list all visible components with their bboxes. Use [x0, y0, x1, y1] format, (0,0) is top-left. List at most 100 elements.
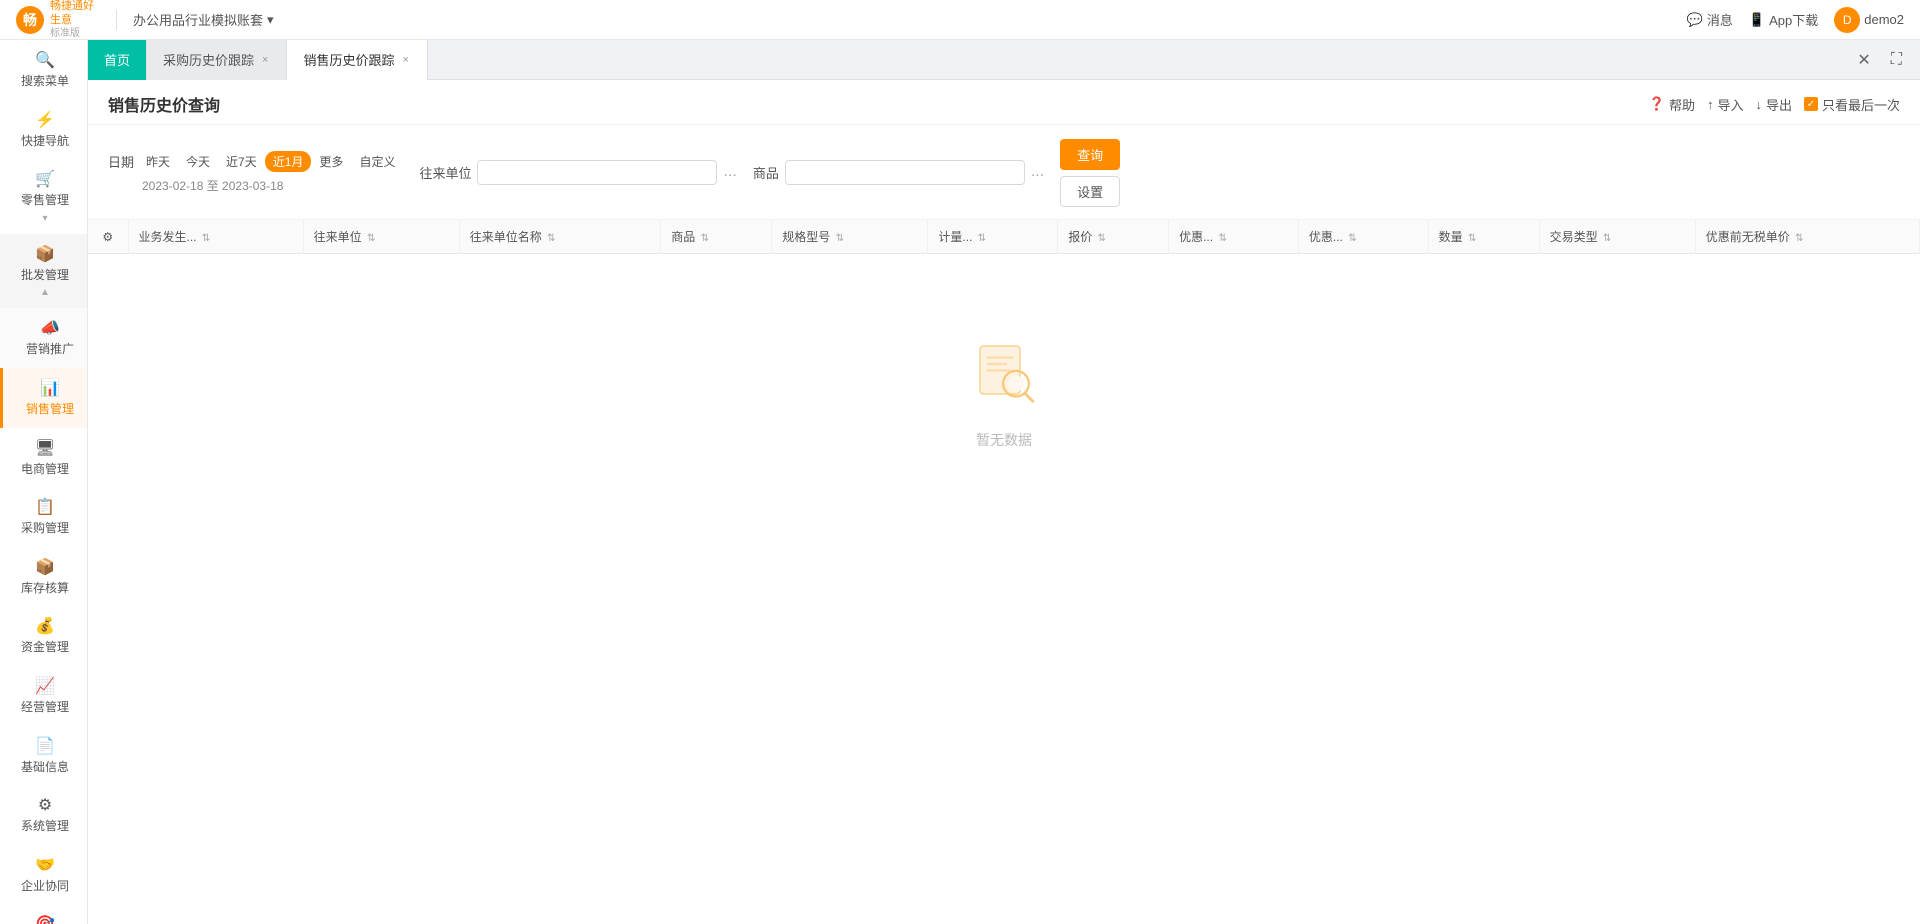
header-divider	[116, 10, 117, 30]
sidebar-item-label: 零售管理	[21, 193, 69, 209]
empty-icon	[964, 334, 1044, 414]
sidebar-item-label: 经营管理	[21, 700, 69, 716]
partner-input[interactable]	[477, 160, 717, 185]
col-partner-code[interactable]: 往来单位 ⇅	[303, 220, 459, 254]
col-partner-name-label: 往来单位名称	[470, 230, 542, 244]
operations-icon: 📈	[35, 676, 55, 696]
goods-filter-group: 商品 ...	[753, 160, 1044, 185]
date-filter-row1: 日期 昨天 今天 近7天 近1月 更多 自定义	[108, 150, 403, 173]
sidebar-item-wholesale-mgmt[interactable]: 📦 批发管理 ▲	[0, 234, 87, 309]
export-label: 导出	[1766, 95, 1792, 114]
goods-input[interactable]	[785, 160, 1025, 185]
date-option-today[interactable]: 今天	[178, 150, 218, 173]
selector-label: 办公用品行业模拟账套	[133, 10, 263, 29]
sidebar-item-finance[interactable]: 💰 资金管理	[0, 606, 87, 666]
table-header-row: ⚙ 业务发生... ⇅ 往来单位 ⇅ 往来单位名称	[88, 220, 1920, 254]
wholesale-icon: 📦	[35, 244, 55, 264]
data-table: ⚙ 业务发生... ⇅ 往来单位 ⇅ 往来单位名称	[88, 220, 1920, 254]
ecommerce-icon: 🖥	[35, 438, 55, 458]
user-menu[interactable]: D demo2	[1834, 7, 1904, 33]
message-btn[interactable]: 💬 消息	[1687, 10, 1733, 29]
col-qty[interactable]: 数量 ⇅	[1428, 220, 1539, 254]
marketing-icon: 📣	[40, 318, 60, 338]
sidebar-item-inventory[interactable]: 📦 库存核算	[0, 547, 87, 607]
username-label: demo2	[1864, 12, 1904, 27]
col-discount1[interactable]: 优惠... ⇅	[1169, 220, 1299, 254]
date-option-last1month[interactable]: 近1月	[265, 151, 312, 172]
tab-bar: 首页 采购历史价跟踪 × 销售历史价跟踪 × ✕ ⛶	[88, 40, 1920, 80]
col-goods[interactable]: 商品 ⇅	[661, 220, 772, 254]
close-tab-btn[interactable]: ✕	[1851, 48, 1876, 72]
sort-icon: ⇅	[1218, 233, 1226, 244]
col-quoted-price[interactable]: 报价 ⇅	[1058, 220, 1169, 254]
gear-cell[interactable]: ⚙	[88, 220, 128, 254]
sidebar-item-search-menu[interactable]: 🔍 搜索菜单	[0, 40, 87, 100]
sidebar-item-ecommerce[interactable]: 🖥 电商管理	[0, 428, 87, 488]
export-btn[interactable]: ↓ 导出	[1755, 95, 1792, 114]
message-icon: 💬	[1687, 12, 1703, 28]
chevron-down-icon: ▾	[42, 213, 47, 224]
tab-sales-history[interactable]: 销售历史价跟踪 ×	[287, 40, 427, 80]
col-pre-tax-price[interactable]: 优惠前无税单价 ⇅	[1695, 220, 1919, 254]
finance-icon: 💰	[35, 616, 55, 636]
fullscreen-btn[interactable]: ⛶	[1885, 49, 1908, 71]
col-trade-type[interactable]: 交易类型 ⇅	[1539, 220, 1695, 254]
sidebar-item-label: 快捷导航	[21, 134, 69, 150]
col-quoted-price-label: 报价	[1068, 230, 1092, 244]
partner-filter-label: 往来单位	[419, 163, 471, 182]
export-icon: ↓	[1755, 97, 1762, 112]
help-btn[interactable]: ❓ 帮助	[1649, 95, 1695, 114]
col-partner-name[interactable]: 往来单位名称 ⇅	[459, 220, 661, 254]
date-range-row: 2023-02-18 至 2023-03-18	[108, 177, 403, 194]
sidebar-item-marketing[interactable]: 📣 营销推广	[0, 308, 87, 368]
tab-home[interactable]: 首页	[88, 40, 147, 80]
sort-icon: ⇅	[978, 233, 986, 244]
content-area: 首页 采购历史价跟踪 × 销售历史价跟踪 × ✕ ⛶ 销售历史价查询	[88, 40, 1920, 924]
partner-filter-group: 往来单位 ...	[419, 160, 736, 185]
sidebar-item-corp-collab[interactable]: 🤝 企业协同	[0, 845, 87, 905]
logo-area: 畅 畅捷通好生意 标准版	[16, 0, 100, 40]
only-last-checkbox[interactable]: ✓ 只看最后一次	[1804, 95, 1900, 114]
tab-purchase-history[interactable]: 采购历史价跟踪 ×	[147, 40, 287, 80]
partner-dots[interactable]: ...	[723, 163, 736, 181]
app-download-btn[interactable]: 📱 App下载	[1749, 10, 1818, 29]
sidebar-item-label: 企业协同	[21, 879, 69, 895]
date-option-last7days[interactable]: 近7天	[218, 150, 265, 173]
setting-button[interactable]: 设置	[1060, 176, 1120, 207]
avatar: D	[1834, 7, 1860, 33]
sidebar-item-label: 资金管理	[21, 640, 69, 656]
col-unit-label: 计量...	[938, 230, 972, 244]
col-spec[interactable]: 规格型号 ⇅	[772, 220, 928, 254]
col-biz-date[interactable]: 业务发生... ⇅	[128, 220, 303, 254]
sort-icon: ⇅	[701, 233, 709, 244]
app-selector[interactable]: 办公用品行业模拟账套 ▾	[133, 10, 274, 29]
import-btn[interactable]: ↑ 导入	[1707, 95, 1744, 114]
close-tab-sales[interactable]: ×	[400, 52, 410, 68]
chevron-up-icon: ▲	[40, 287, 50, 298]
guide-icon: 🎯	[35, 914, 55, 924]
sidebar-item-new-user-guide[interactable]: 🎯 新手引导	[0, 904, 87, 924]
col-discount2[interactable]: 优惠... ⇅	[1298, 220, 1428, 254]
sidebar-item-sales-mgmt[interactable]: 📊 销售管理	[0, 368, 87, 428]
sidebar-item-operations[interactable]: 📈 经营管理	[0, 666, 87, 726]
only-last-label: 只看最后一次	[1822, 95, 1900, 114]
tab-bar-right: ✕ ⛶	[1851, 48, 1920, 72]
sidebar-item-sys-settings[interactable]: ⚙ 系统管理	[0, 785, 87, 845]
basic-info-icon: 📄	[35, 736, 55, 756]
settings-icon[interactable]: ⚙	[102, 230, 113, 244]
col-discount2-label: 优惠...	[1309, 230, 1343, 244]
query-button[interactable]: 查询	[1060, 139, 1120, 170]
date-filter-group: 日期 昨天 今天 近7天 近1月 更多 自定义 2023-02-18 至 202…	[108, 150, 403, 194]
goods-dots[interactable]: ...	[1031, 163, 1044, 181]
download-icon: 📱	[1749, 12, 1765, 28]
close-tab-purchase[interactable]: ×	[260, 52, 270, 68]
sidebar-item-purchase-mgmt[interactable]: 📋 采购管理	[0, 487, 87, 547]
sidebar-item-retail-mgmt[interactable]: 🛒 零售管理 ▾	[0, 159, 87, 234]
date-option-custom[interactable]: 自定义	[351, 150, 403, 173]
sidebar-item-quick-nav[interactable]: ⚡ 快捷导航	[0, 100, 87, 160]
date-option-more[interactable]: 更多	[311, 150, 351, 173]
date-option-yesterday[interactable]: 昨天	[138, 150, 178, 173]
sidebar-item-basic-info[interactable]: 📄 基础信息	[0, 726, 87, 786]
empty-text: 暂无数据	[976, 430, 1032, 450]
col-unit[interactable]: 计量... ⇅	[928, 220, 1058, 254]
